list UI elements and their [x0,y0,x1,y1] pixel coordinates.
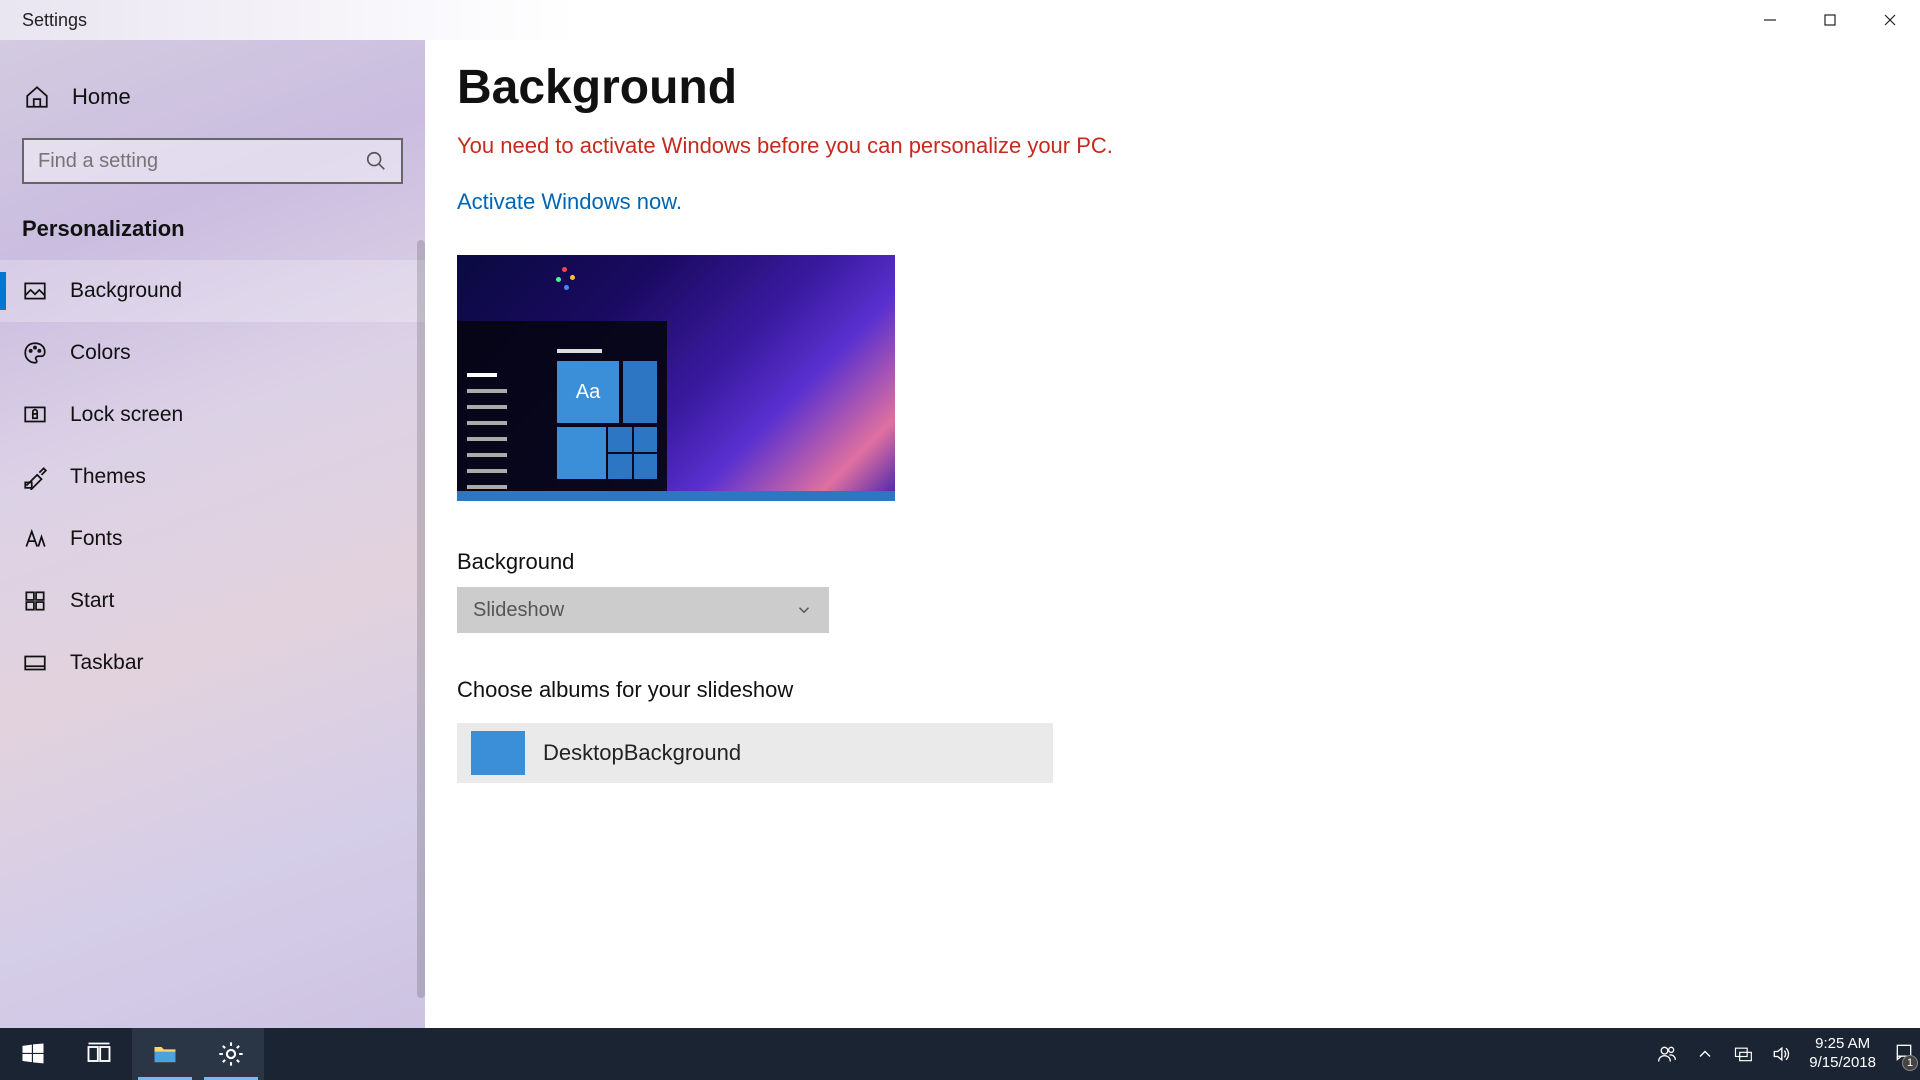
notification-badge: 1 [1902,1055,1918,1071]
file-explorer-button[interactable] [132,1028,198,1080]
sidebar-item-colors[interactable]: Colors [0,322,425,384]
album-name: DesktopBackground [543,740,741,766]
search-icon [365,150,387,172]
fonts-icon [22,526,48,552]
activation-warning: You need to activate Windows before you … [457,133,1880,159]
albums-label: Choose albums for your slideshow [457,677,1880,703]
background-dropdown-value: Slideshow [473,599,564,622]
main-content: Background You need to activate Windows … [425,40,1920,1028]
minimize-button[interactable] [1740,0,1800,40]
maximize-icon [1823,13,1837,27]
start-icon [22,588,48,614]
sidebar-item-label: Start [70,589,114,613]
album-thumbnail [471,731,525,775]
background-field-label: Background [457,549,1880,575]
sidebar-item-label: Colors [70,341,131,365]
sidebar-item-label: Fonts [70,527,123,551]
sidebar-item-taskbar[interactable]: Taskbar [0,632,425,694]
background-dropdown[interactable]: Slideshow [457,587,829,633]
themes-icon [22,464,48,490]
settings-app-button[interactable] [198,1028,264,1080]
sidebar: Home Personalization Background Colors L… [0,40,425,1028]
close-icon [1883,13,1897,27]
maximize-button[interactable] [1800,0,1860,40]
minimize-icon [1763,13,1777,27]
taskbar-icon [22,650,48,676]
chevron-down-icon [795,601,813,619]
page-title: Background [457,60,1880,115]
clock[interactable]: 9:25 AM 9/15/2018 [1809,1035,1876,1073]
home-icon [24,84,50,110]
chevron-up-icon[interactable] [1695,1044,1715,1064]
palette-icon [22,340,48,366]
activate-windows-link[interactable]: Activate Windows now. [457,189,682,215]
clock-date: 9/15/2018 [1809,1054,1876,1073]
network-icon[interactable] [1733,1044,1753,1064]
album-row[interactable]: DesktopBackground [457,723,1053,783]
sidebar-item-fonts[interactable]: Fonts [0,508,425,570]
search-input[interactable] [38,150,365,173]
close-button[interactable] [1860,0,1920,40]
sidebar-item-start[interactable]: Start [0,570,425,632]
windows-icon [19,1040,47,1068]
lockscreen-icon [22,402,48,428]
folder-icon [151,1040,179,1068]
sidebar-item-label: Themes [70,465,146,489]
sidebar-item-label: Lock screen [70,403,183,427]
nav-home[interactable]: Home [0,70,425,124]
sidebar-item-label: Background [70,279,182,303]
search-box[interactable] [22,138,403,184]
desktop-preview: Aa [457,255,895,501]
window-title: Settings [0,10,87,31]
start-button[interactable] [0,1028,66,1080]
people-icon[interactable] [1657,1044,1677,1064]
preview-startmenu: Aa [457,321,667,501]
taskbar: 9:25 AM 9/15/2018 1 [0,1028,1920,1080]
nav-home-label: Home [72,84,131,110]
clock-time: 9:25 AM [1809,1035,1876,1054]
sidebar-item-background[interactable]: Background [0,260,425,322]
notifications-button[interactable]: 1 [1894,1042,1914,1067]
gear-icon [217,1040,245,1068]
system-tray: 9:25 AM 9/15/2018 1 [1657,1028,1914,1080]
taskview-icon [85,1040,113,1068]
titlebar: Settings [0,0,1920,40]
sidebar-section-title: Personalization [0,206,425,260]
picture-icon [22,278,48,304]
sidebar-item-lockscreen[interactable]: Lock screen [0,384,425,446]
sidebar-item-themes[interactable]: Themes [0,446,425,508]
preview-sample-text: Aa [557,361,619,423]
volume-icon[interactable] [1771,1044,1791,1064]
preview-lights [552,265,582,295]
sidebar-item-label: Taskbar [70,651,144,675]
taskview-button[interactable] [66,1028,132,1080]
